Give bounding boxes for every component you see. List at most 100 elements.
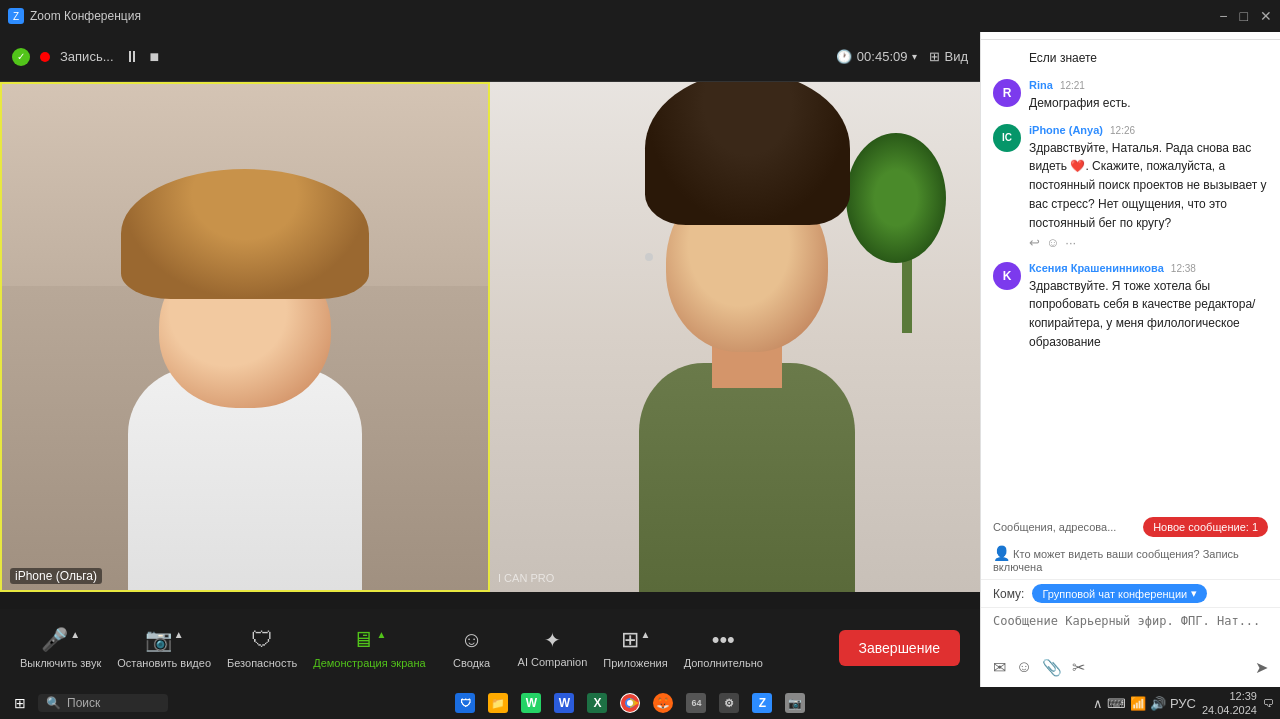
view-label: Вид — [944, 49, 968, 64]
addressed-messages-label: Сообщения, адресова... — [993, 521, 1116, 533]
security-shield-icon: ✓ — [12, 48, 30, 66]
grid-icon: ⊞ — [929, 49, 940, 64]
chat-input-area: ✉ ☺ 📎 ✂ ➤ — [981, 607, 1280, 687]
reactions-icon: ☺ — [460, 627, 482, 653]
start-button[interactable]: ⊞ — [6, 689, 34, 717]
apps-button[interactable]: ⊞ ▲ Приложения — [603, 627, 667, 669]
more-icon: ••• — [712, 627, 735, 653]
apps-icon: ⊞ — [621, 627, 639, 653]
maximize-button[interactable]: □ — [1240, 8, 1248, 24]
avatar: IC — [993, 124, 1021, 152]
share-screen-icon: 🖥 — [352, 627, 374, 653]
title-bar-left: Z Zoom Конференция — [8, 8, 141, 24]
timer-chevron[interactable]: ▾ — [912, 51, 917, 62]
participant-left-label: iPhone (Ольга) — [10, 568, 102, 584]
taskbar-date-display: 24.04.2024 — [1202, 703, 1257, 717]
recipient-dropdown[interactable]: Групповой чат конференции ▾ — [1032, 584, 1207, 603]
chat-recipient-row: Кому: Групповой чат конференции ▾ — [981, 579, 1280, 607]
zoom-app-icon: Z — [8, 8, 24, 24]
more-action-icon[interactable]: ··· — [1065, 235, 1076, 250]
ai-companion-button[interactable]: ✦ AI Companion — [518, 628, 588, 668]
tray-arrow[interactable]: ∧ — [1093, 696, 1103, 711]
taskbar-search[interactable]: 🔍 Поиск — [38, 694, 168, 712]
ai-companion-label: AI Companion — [518, 656, 588, 668]
taskbar-app-settings[interactable]: ⚙ — [714, 689, 744, 717]
stop-recording-button[interactable]: ■ — [150, 48, 160, 66]
video-participant-left: iPhone (Ольга) — [0, 82, 490, 592]
message-content: Rina 12:21 Демография есть. — [1029, 79, 1268, 112]
share-screen-label: Демонстрация экрана — [313, 657, 425, 669]
taskbar-app-chrome[interactable] — [615, 689, 645, 717]
tray-network[interactable]: 📶 — [1130, 696, 1146, 711]
share-arrow[interactable]: ▲ — [376, 629, 386, 640]
taskbar-app-word[interactable]: W — [549, 689, 579, 717]
file-upload-icon[interactable]: ✉ — [993, 658, 1006, 677]
video-participant-right: I CAN PRO — [490, 82, 980, 592]
end-meeting-button[interactable]: Завершение — [839, 630, 960, 666]
taskbar-app-icons: 🛡 📁 W W X 🦊 64 — [450, 689, 810, 717]
attachment-icon[interactable]: 📎 — [1042, 658, 1062, 677]
emoji-icon[interactable]: ☺ — [1016, 658, 1032, 677]
title-bar: Z Zoom Конференция − □ ✕ — [0, 0, 1280, 32]
list-item: K Ксения Крашенинникова 12:38 Здравствуй… — [993, 262, 1268, 351]
list-item: R Rina 12:21 Демография есть. — [993, 79, 1268, 112]
avatar: R — [993, 79, 1021, 107]
mute-button[interactable]: 🎤 ▲ Выключить звук — [20, 627, 101, 669]
more-label: Дополнительно — [684, 657, 763, 669]
notification-button[interactable]: 🗨 — [1263, 697, 1274, 709]
minimize-button[interactable]: − — [1219, 8, 1227, 24]
react-icon[interactable]: ☺ — [1046, 235, 1059, 250]
taskbar-right: ∧ ⌨ 📶 🔊 РУС 12:39 24.04.2024 🗨 — [1093, 689, 1274, 718]
taskbar-time-display: 12:39 — [1202, 689, 1257, 703]
security-button[interactable]: 🛡 Безопасность — [227, 627, 297, 669]
video-area: iPhone (Ольга) — [0, 82, 980, 592]
taskbar-app-firefox[interactable]: 🦊 — [648, 689, 678, 717]
message-sender: Ксения Крашенинникова 12:38 — [1029, 262, 1268, 274]
security-icon: 🛡 — [251, 627, 273, 653]
apps-arrow[interactable]: ▲ — [641, 629, 651, 640]
taskbar-app-excel[interactable]: X — [582, 689, 612, 717]
send-icon[interactable]: ➤ — [1255, 658, 1268, 677]
mute-arrow[interactable]: ▲ — [70, 629, 80, 640]
share-screen-button[interactable]: 🖥 ▲ Демонстрация экрана — [313, 627, 425, 669]
title-bar-controls[interactable]: − □ ✕ — [1219, 8, 1272, 24]
view-selector[interactable]: ⊞ Вид — [929, 49, 968, 64]
main-toolbar: ✓ Запись... ⏸ ■ 🕐 00:45:09 ▾ ⊞ Вид — [0, 32, 980, 82]
taskbar-app-whatsapp[interactable]: W — [516, 689, 546, 717]
tray-keyboard[interactable]: ⌨ — [1107, 696, 1126, 711]
taskbar-app-64[interactable]: 64 — [681, 689, 711, 717]
new-message-notification[interactable]: Новое сообщение: 1 — [1143, 517, 1268, 537]
bottom-toolbar: 🎤 ▲ Выключить звук 📷 ▲ Остановить видео … — [0, 609, 980, 687]
message-content: Если знаете — [1029, 48, 1268, 67]
message-text: Здравствуйте. Я тоже хотела бы попробова… — [1029, 279, 1255, 349]
toolbar-right: 🕐 00:45:09 ▾ ⊞ Вид — [836, 49, 968, 64]
taskbar-clock[interactable]: 12:39 24.04.2024 — [1202, 689, 1257, 718]
reply-icon[interactable]: ↩ — [1029, 235, 1040, 250]
taskbar-app-zoom[interactable]: Z — [747, 689, 777, 717]
apps-label: Приложения — [603, 657, 667, 669]
taskbar-app-explorer[interactable]: 📁 — [483, 689, 513, 717]
window-title: Zoom Конференция — [30, 9, 141, 23]
taskbar-left: ⊞ 🔍 Поиск — [6, 689, 168, 717]
taskbar-app-camera[interactable]: 📷 — [780, 689, 810, 717]
reactions-label: Сводка — [453, 657, 490, 669]
chat-panel: Карьерный эфир. ФПГ. На... ··· ⬡ ✕ Если … — [980, 0, 1280, 687]
tray-volume[interactable]: 🔊 — [1150, 696, 1166, 711]
reactions-button[interactable]: ☺ Сводка — [442, 627, 502, 669]
ai-companion-icon: ✦ — [544, 628, 561, 652]
more-button[interactable]: ••• Дополнительно — [684, 627, 763, 669]
camera-arrow[interactable]: ▲ — [174, 629, 184, 640]
close-button[interactable]: ✕ — [1260, 8, 1272, 24]
time-display: 00:45:09 — [857, 49, 908, 64]
pause-icon[interactable]: ⏸ — [124, 48, 140, 66]
chat-message-input[interactable] — [993, 614, 1268, 650]
camera-icon: 📷 — [145, 627, 172, 653]
svg-point-2 — [627, 700, 633, 706]
tray-language[interactable]: РУС — [1170, 696, 1196, 711]
clock-icon: 🕐 — [836, 49, 852, 64]
camera-button[interactable]: 📷 ▲ Остановить видео — [117, 627, 211, 669]
chat-notification-bar: Сообщения, адресова... Новое сообщение: … — [981, 513, 1280, 541]
screenshot-icon[interactable]: ✂ — [1072, 658, 1085, 677]
taskbar-app-defender[interactable]: 🛡 — [450, 689, 480, 717]
message-content: iPhone (Anya) 12:26 Здравствуйте, Наталь… — [1029, 124, 1268, 250]
